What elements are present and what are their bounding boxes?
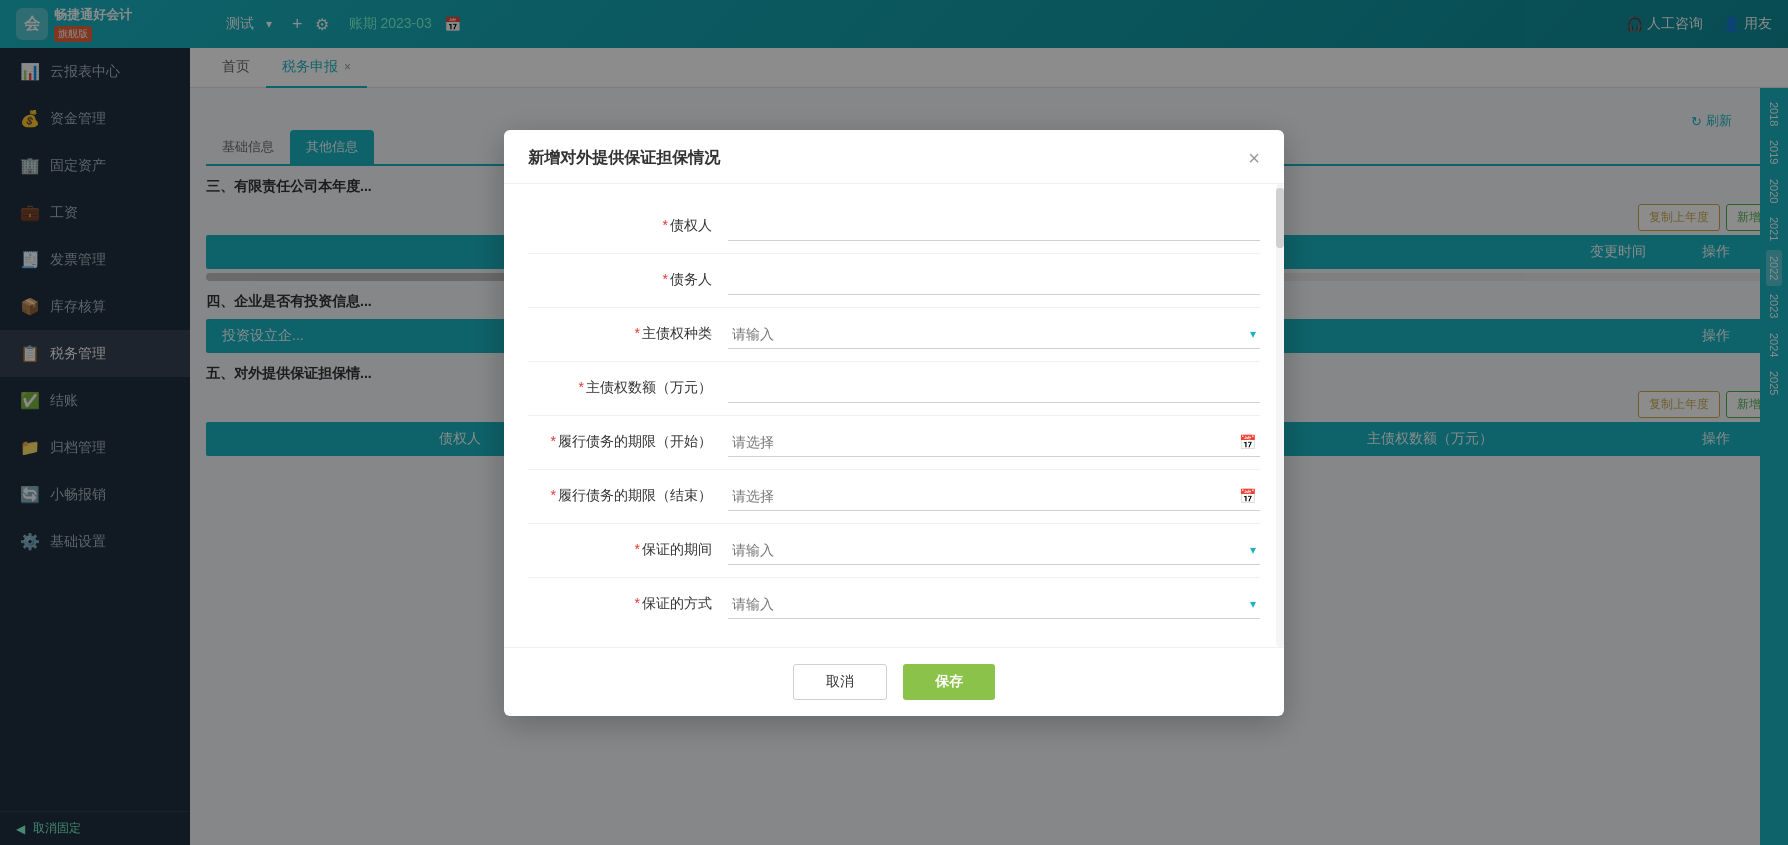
claim-type-label: *主债权种类 [528, 325, 728, 343]
dialog-overlay: 新增对外提供保证担保情况 × *债权人 *债务人 [0, 0, 1788, 845]
creditor-input[interactable] [728, 212, 1260, 241]
form-row-claim-amount: *主债权数额（万元） [528, 362, 1260, 416]
dialog-scrollbar[interactable] [1276, 184, 1284, 647]
form-row-perform-start: *履行债务的期限（开始） 📅 [528, 416, 1260, 470]
calendar-start-icon: 📅 [1239, 434, 1256, 450]
form-row-claim-type: *主债权种类 ▾ [528, 308, 1260, 362]
cancel-button[interactable]: 取消 [793, 664, 887, 700]
dialog-close-button[interactable]: × [1248, 148, 1260, 168]
guarantee-method-input[interactable] [732, 596, 1250, 612]
perform-end-date[interactable]: 📅 [728, 482, 1260, 511]
dialog-footer: 取消 保存 [504, 647, 1284, 716]
dialog-body: *债权人 *债务人 *主债权种类 ▾ [504, 184, 1284, 647]
dialog: 新增对外提供保证担保情况 × *债权人 *债务人 [504, 130, 1284, 716]
creditor-label: *债权人 [528, 217, 728, 235]
claim-type-arrow-icon: ▾ [1250, 327, 1256, 341]
claim-amount-label: *主债权数额（万元） [528, 379, 728, 397]
perform-start-date[interactable]: 📅 [728, 428, 1260, 457]
save-button[interactable]: 保存 [903, 664, 995, 700]
perform-start-input[interactable] [732, 434, 1239, 450]
debtor-label: *债务人 [528, 271, 728, 289]
perform-end-label: *履行债务的期限（结束） [528, 487, 728, 505]
guarantee-period-input[interactable] [732, 542, 1250, 558]
form-row-guarantee-period: *保证的期间 ▾ [528, 524, 1260, 578]
debtor-input[interactable] [728, 266, 1260, 295]
dialog-header: 新增对外提供保证担保情况 × [504, 130, 1284, 184]
form-row-guarantee-method: *保证的方式 ▾ [528, 578, 1260, 631]
form-row-perform-end: *履行债务的期限（结束） 📅 [528, 470, 1260, 524]
perform-end-input[interactable] [732, 488, 1239, 504]
guarantee-method-select[interactable]: ▾ [728, 590, 1260, 619]
claim-amount-input[interactable] [728, 374, 1260, 403]
calendar-end-icon: 📅 [1239, 488, 1256, 504]
dialog-title: 新增对外提供保证担保情况 [528, 148, 720, 169]
guarantee-method-label: *保证的方式 [528, 595, 728, 613]
guarantee-period-select[interactable]: ▾ [728, 536, 1260, 565]
guarantee-period-label: *保证的期间 [528, 541, 728, 559]
claim-type-select[interactable]: ▾ [728, 320, 1260, 349]
claim-type-input[interactable] [732, 326, 1250, 342]
form-row-creditor: *债权人 [528, 200, 1260, 254]
guarantee-method-arrow-icon: ▾ [1250, 597, 1256, 611]
perform-start-label: *履行债务的期限（开始） [528, 433, 728, 451]
form-row-debtor: *债务人 [528, 254, 1260, 308]
scrollbar-thumb [1276, 188, 1284, 248]
guarantee-period-arrow-icon: ▾ [1250, 543, 1256, 557]
